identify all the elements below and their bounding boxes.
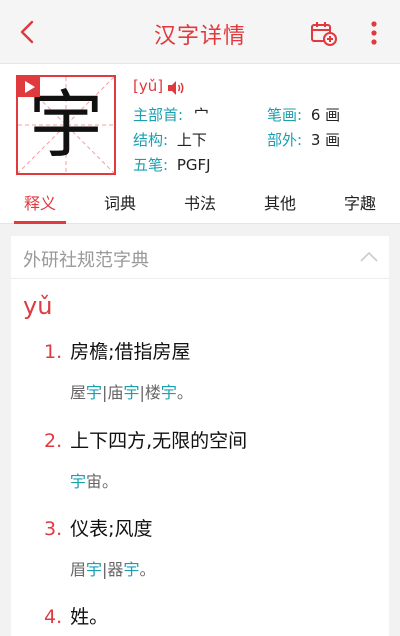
outside-label: 部外: bbox=[267, 131, 303, 149]
example-highlight[interactable]: 宇 bbox=[123, 560, 139, 579]
structure-value: 上下 bbox=[176, 131, 207, 149]
structure-row: 结构: 上下 bbox=[133, 129, 207, 150]
definition-text: 仪表;风度 bbox=[70, 518, 153, 540]
example-highlight[interactable]: 宇 bbox=[86, 383, 102, 402]
definition-item: 4. 姓。 bbox=[44, 602, 108, 629]
definition-example: 宇宙。 bbox=[70, 468, 118, 492]
more-options-icon[interactable] bbox=[364, 18, 384, 48]
speaker-icon[interactable] bbox=[166, 79, 186, 97]
pinyin: [yǔ] bbox=[133, 77, 164, 95]
play-stroke-icon[interactable] bbox=[18, 77, 40, 97]
app-header: 汉字详情 bbox=[0, 0, 400, 64]
radical-value: 宀 bbox=[193, 106, 209, 124]
tab-calligraphy[interactable]: 书法 bbox=[160, 184, 240, 224]
example-text: 宙。 bbox=[86, 472, 119, 491]
calendar-add-icon[interactable] bbox=[309, 19, 337, 47]
definition-text: 姓。 bbox=[70, 606, 109, 628]
tab-definition[interactable]: 释义 bbox=[0, 184, 80, 224]
outside-value: 3 画 bbox=[310, 131, 341, 149]
radical-row: 主部首: 宀 bbox=[133, 104, 209, 125]
definition-item: 1. 房檐;借指房屋 bbox=[44, 337, 191, 364]
chevron-up-icon[interactable] bbox=[359, 250, 379, 264]
example-text: 。 bbox=[176, 383, 193, 402]
strokes-row: 笔画: 6 画 bbox=[267, 104, 340, 125]
radical-label: 主部首: bbox=[133, 106, 184, 124]
definition-item: 2. 上下四方,无限的空间 bbox=[44, 426, 247, 453]
tab-dictionary[interactable]: 词典 bbox=[80, 184, 160, 224]
divider bbox=[11, 278, 389, 279]
definition-text: 房檐;借指房屋 bbox=[70, 341, 191, 363]
definition-text: 上下四方,无限的空间 bbox=[70, 430, 248, 452]
definition-number: 4. bbox=[44, 606, 63, 628]
page-title: 汉字详情 bbox=[153, 24, 246, 49]
character-info-card: 宇 [yǔ] 主部首: 宀 笔画: 6 画 结构: 上下 部外: 3 画 五笔:… bbox=[0, 64, 400, 184]
strokes-label: 笔画: bbox=[267, 106, 303, 124]
tab-fun[interactable]: 字趣 bbox=[320, 184, 400, 224]
wubi-value: PGFJ bbox=[176, 156, 211, 174]
wubi-label: 五笔: bbox=[133, 156, 169, 174]
example-text: 。 bbox=[139, 560, 156, 579]
strokes-value: 6 画 bbox=[310, 106, 341, 124]
example-highlight[interactable]: 宇 bbox=[123, 383, 139, 402]
definition-number: 3. bbox=[44, 518, 63, 540]
tab-other[interactable]: 其他 bbox=[240, 184, 320, 224]
example-text: |庙 bbox=[102, 383, 124, 402]
example-highlight[interactable]: 宇 bbox=[86, 560, 102, 579]
definition-example: 眉宇|器宇。 bbox=[70, 556, 155, 580]
example-text: 眉 bbox=[70, 560, 87, 579]
example-text: |楼 bbox=[139, 383, 161, 402]
example-highlight[interactable]: 宇 bbox=[70, 472, 86, 491]
example-highlight[interactable]: 宇 bbox=[161, 383, 177, 402]
dictionary-title: 外研社规范字典 bbox=[23, 250, 149, 271]
dictionary-panel: 外研社规范字典 yǔ 1. 房檐;借指房屋 屋宇|庙宇|楼宇。 2. 上下四方,无限… bbox=[11, 236, 389, 636]
character-grid-box[interactable]: 宇 bbox=[16, 75, 116, 175]
definition-number: 1. bbox=[44, 341, 63, 363]
tab-bar: 释义 词典 书法 其他 字趣 bbox=[0, 184, 400, 224]
active-tab-indicator bbox=[14, 221, 66, 224]
outside-row: 部外: 3 画 bbox=[267, 129, 340, 150]
definition-example: 屋宇|庙宇|楼宇。 bbox=[70, 379, 193, 403]
definition-item: 3. 仪表;风度 bbox=[44, 514, 153, 541]
example-text: 屋 bbox=[70, 383, 87, 402]
structure-label: 结构: bbox=[133, 131, 169, 149]
wubi-row: 五笔: PGFJ bbox=[133, 154, 211, 175]
definition-number: 2. bbox=[44, 430, 63, 452]
reading-pinyin: yǔ bbox=[23, 292, 53, 320]
example-text: |器 bbox=[102, 560, 124, 579]
